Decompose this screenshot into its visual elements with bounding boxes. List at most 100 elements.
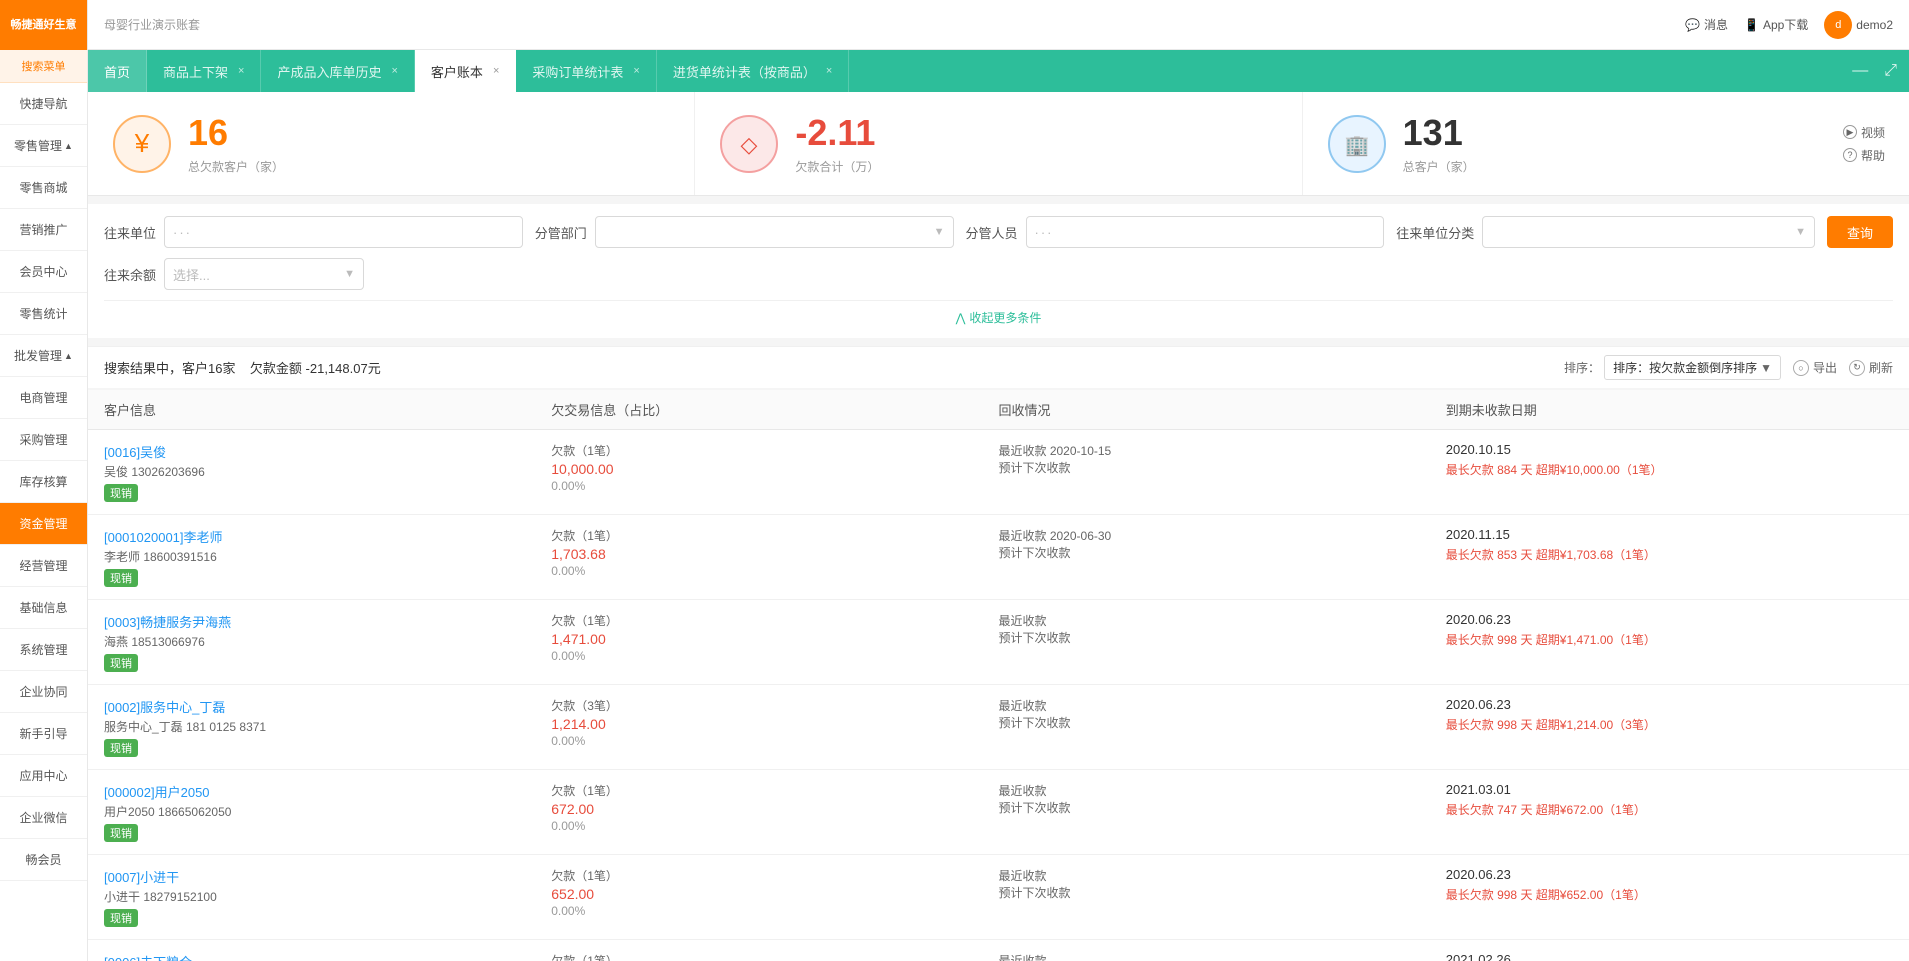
sidebar-item-应用中心[interactable]: 应用中心 — [0, 755, 87, 797]
debt-amount: 672.00 — [551, 801, 998, 817]
window-maximize-icon[interactable]: ⤢ — [1880, 62, 1901, 80]
export-button[interactable]: ○ 导出 — [1793, 359, 1837, 376]
customer-info-cell: [0006]去下粮仓 陈小希 现销 — [104, 952, 551, 961]
overdue-amount[interactable]: 超期¥1,703.68（1笔） — [1536, 548, 1656, 562]
sidebar-item-企业微信[interactable]: 企业微信 — [0, 797, 87, 839]
customer-name-link[interactable]: [0016]吴俊 — [104, 445, 166, 460]
message-icon: 💬 — [1685, 18, 1700, 32]
customer-name-link[interactable]: [0002]服务中心_丁磊 — [104, 700, 225, 715]
overdue-amount[interactable]: 超期¥1,214.00（3笔） — [1536, 718, 1656, 732]
refresh-icon: ↻ — [1849, 360, 1865, 376]
sidebar-item-快捷导航[interactable]: 快捷导航 — [0, 83, 87, 125]
sidebar-item-批发管理[interactable]: 批发管理▲ — [0, 335, 87, 377]
overdue-amount[interactable]: 超期¥10,000.00（1笔） — [1536, 463, 1663, 477]
sidebar-item-会员中心[interactable]: 会员中心 — [0, 251, 87, 293]
customer-name-link[interactable]: [000002]用户2050 — [104, 785, 210, 800]
filter-person: 分管人员 ··· — [966, 216, 1385, 248]
debt-info-cell: 欠款（1笔） 652.00 0.00% — [551, 867, 998, 918]
customer-tag: 现销 — [104, 569, 138, 587]
debt-amount: 10,000.00 — [551, 461, 998, 477]
overdue-text: 最长欠款 998 天 超期¥1,214.00（3笔） — [1446, 716, 1893, 733]
debt-count: 欠款（1笔） — [551, 952, 998, 961]
sidebar-item-畅会员[interactable]: 畅会员 — [0, 839, 87, 881]
sidebar-item-营销推广[interactable]: 营销推广 — [0, 209, 87, 251]
filter-person-label: 分管人员 — [966, 223, 1018, 242]
category-arrow-icon: ▼ — [1795, 226, 1806, 238]
sidebar-item-零售管理[interactable]: 零售管理▲ — [0, 125, 87, 167]
sidebar-item-企业协同[interactable]: 企业协同 — [0, 671, 87, 713]
sidebar-item-新手引导[interactable]: 新手引导 — [0, 713, 87, 755]
filter-unit: 往来单位 ··· — [104, 216, 523, 248]
sidebar-item-采购管理[interactable]: 采购管理 — [0, 419, 87, 461]
overdue-amount[interactable]: 超期¥652.00（1笔） — [1536, 888, 1646, 902]
customer-name-link[interactable]: [0001020001]李老师 — [104, 530, 223, 545]
filter-collapse[interactable]: ⋀ 收起更多条件 — [104, 300, 1893, 330]
tab-商品上下架[interactable]: 商品上下架× — [147, 50, 261, 92]
sidebar-item-电商管理[interactable]: 电商管理 — [0, 377, 87, 419]
customer-name-link[interactable]: [0007]小进干 — [104, 870, 179, 885]
customer-name-link[interactable]: [0006]去下粮仓 — [104, 955, 192, 961]
table-header: 客户信息欠交易信息（占比）回收情况到期未收款日期 — [88, 390, 1909, 430]
filter-unit-dots: ··· — [173, 225, 192, 240]
topbar-message[interactable]: 💬 消息 — [1685, 16, 1728, 33]
debt-count: 欠款（1笔） — [551, 782, 998, 799]
tab-close-icon[interactable]: × — [826, 65, 832, 77]
tab-close-icon[interactable]: × — [633, 65, 639, 77]
search-button[interactable]: 查询 — [1827, 216, 1893, 248]
tab-close-icon[interactable]: × — [238, 65, 244, 77]
filter-person-input[interactable]: ··· — [1026, 216, 1385, 248]
filter-category-input[interactable]: ▼ — [1482, 216, 1815, 248]
due-date-cell: 2021.03.01 最长欠款 747 天 超期¥672.00（1笔） — [1446, 782, 1893, 818]
due-date-cell: 2020.06.23 最长欠款 998 天 超期¥1,471.00（1笔） — [1446, 612, 1893, 648]
tab-close-icon[interactable]: × — [391, 65, 397, 77]
debt-info-cell: 欠款（1笔） 672.00 0.00% — [551, 782, 998, 833]
filter-dept-input[interactable]: ▼ — [595, 216, 954, 248]
table-header-cell: 客户信息 — [104, 400, 551, 419]
tab-采购订单统计表[interactable]: 采购订单统计表× — [516, 50, 656, 92]
filter-balance-input[interactable]: 选择... ▼ — [164, 258, 364, 290]
sidebar-item-零售商城[interactable]: 零售商城 — [0, 167, 87, 209]
tab-产成品入库单历史[interactable]: 产成品入库单历史 × — [261, 50, 414, 92]
sidebar-item-资金管理[interactable]: 资金管理 — [0, 503, 87, 545]
due-date-cell: 2021.02.26 最长欠款 750 天 超期¥455.90（1笔） — [1446, 952, 1893, 961]
filter-category: 往来单位分类 ▼ — [1396, 216, 1815, 248]
refresh-button[interactable]: ↻ 刷新 — [1849, 359, 1893, 376]
overdue-amount[interactable]: 超期¥1,471.00（1笔） — [1536, 633, 1656, 647]
filter-unit-input[interactable]: ··· — [164, 216, 523, 248]
customer-tag: 现销 — [104, 484, 138, 502]
overdue-text: 最长欠款 747 天 超期¥672.00（1笔） — [1446, 801, 1893, 818]
stat-value-total: 131 — [1403, 112, 1475, 154]
help-action[interactable]: ? 帮助 — [1843, 147, 1885, 164]
debt-count: 欠款（1笔） — [551, 612, 998, 629]
customer-name-link[interactable]: [0003]畅捷服务尹海燕 — [104, 615, 231, 630]
search-menu[interactable]: 搜索菜单 — [0, 50, 87, 83]
table-body: [0016]吴俊 吴俊 13026203696 现销 欠款（1笔） 10,000… — [88, 430, 1909, 961]
topbar-app-download[interactable]: 📱 App下载 — [1744, 16, 1808, 33]
topbar-user[interactable]: d demo2 — [1824, 11, 1893, 39]
tab-close-icon[interactable]: × — [493, 65, 499, 77]
sidebar-item-经营管理[interactable]: 经营管理 — [0, 545, 87, 587]
filter-category-label: 往来单位分类 — [1396, 223, 1474, 242]
download-icon: 📱 — [1744, 18, 1759, 32]
repay-next: 预计下次收款 — [999, 629, 1446, 646]
sidebar-item-库存核算[interactable]: 库存核算 — [0, 461, 87, 503]
debt-percent: 0.00% — [551, 564, 998, 578]
tab-首页[interactable]: 首页 — [88, 50, 147, 92]
tab-进货单统计表（按商品）[interactable]: 进货单统计表（按商品）× — [657, 50, 849, 92]
window-minimize-icon[interactable]: — — [1848, 62, 1872, 80]
overdue-amount[interactable]: 超期¥672.00（1笔） — [1536, 803, 1646, 817]
main-area: 母婴行业演示账套 💬 消息 📱 App下载 d demo2 首页商品上下架×产成… — [88, 0, 1909, 961]
stat-card-total-customers: 🏢 131 总客户（家） ▶ 视频 ? 帮助 — [1303, 92, 1909, 195]
repayment-info-cell: 最近收款 预计下次收款 — [999, 952, 1446, 961]
sidebar-item-系统管理[interactable]: 系统管理 — [0, 629, 87, 671]
sidebar-item-零售统计[interactable]: 零售统计 — [0, 293, 87, 335]
debt-percent: 0.00% — [551, 904, 998, 918]
tab-客户账本[interactable]: 客户账本× — [415, 50, 516, 92]
sidebar-item-基础信息[interactable]: 基础信息 — [0, 587, 87, 629]
tab-label: 产成品入库单历史 — [277, 62, 381, 81]
filter-person-dots: ··· — [1035, 225, 1054, 240]
video-action[interactable]: ▶ 视频 — [1843, 124, 1885, 141]
overdue-text: 最长欠款 998 天 超期¥652.00（1笔） — [1446, 886, 1893, 903]
sort-button[interactable]: 排序：按欠款金额倒序排序 ▼ — [1604, 355, 1781, 380]
debt-info-cell: 欠款（3笔） 1,214.00 0.00% — [551, 697, 998, 748]
